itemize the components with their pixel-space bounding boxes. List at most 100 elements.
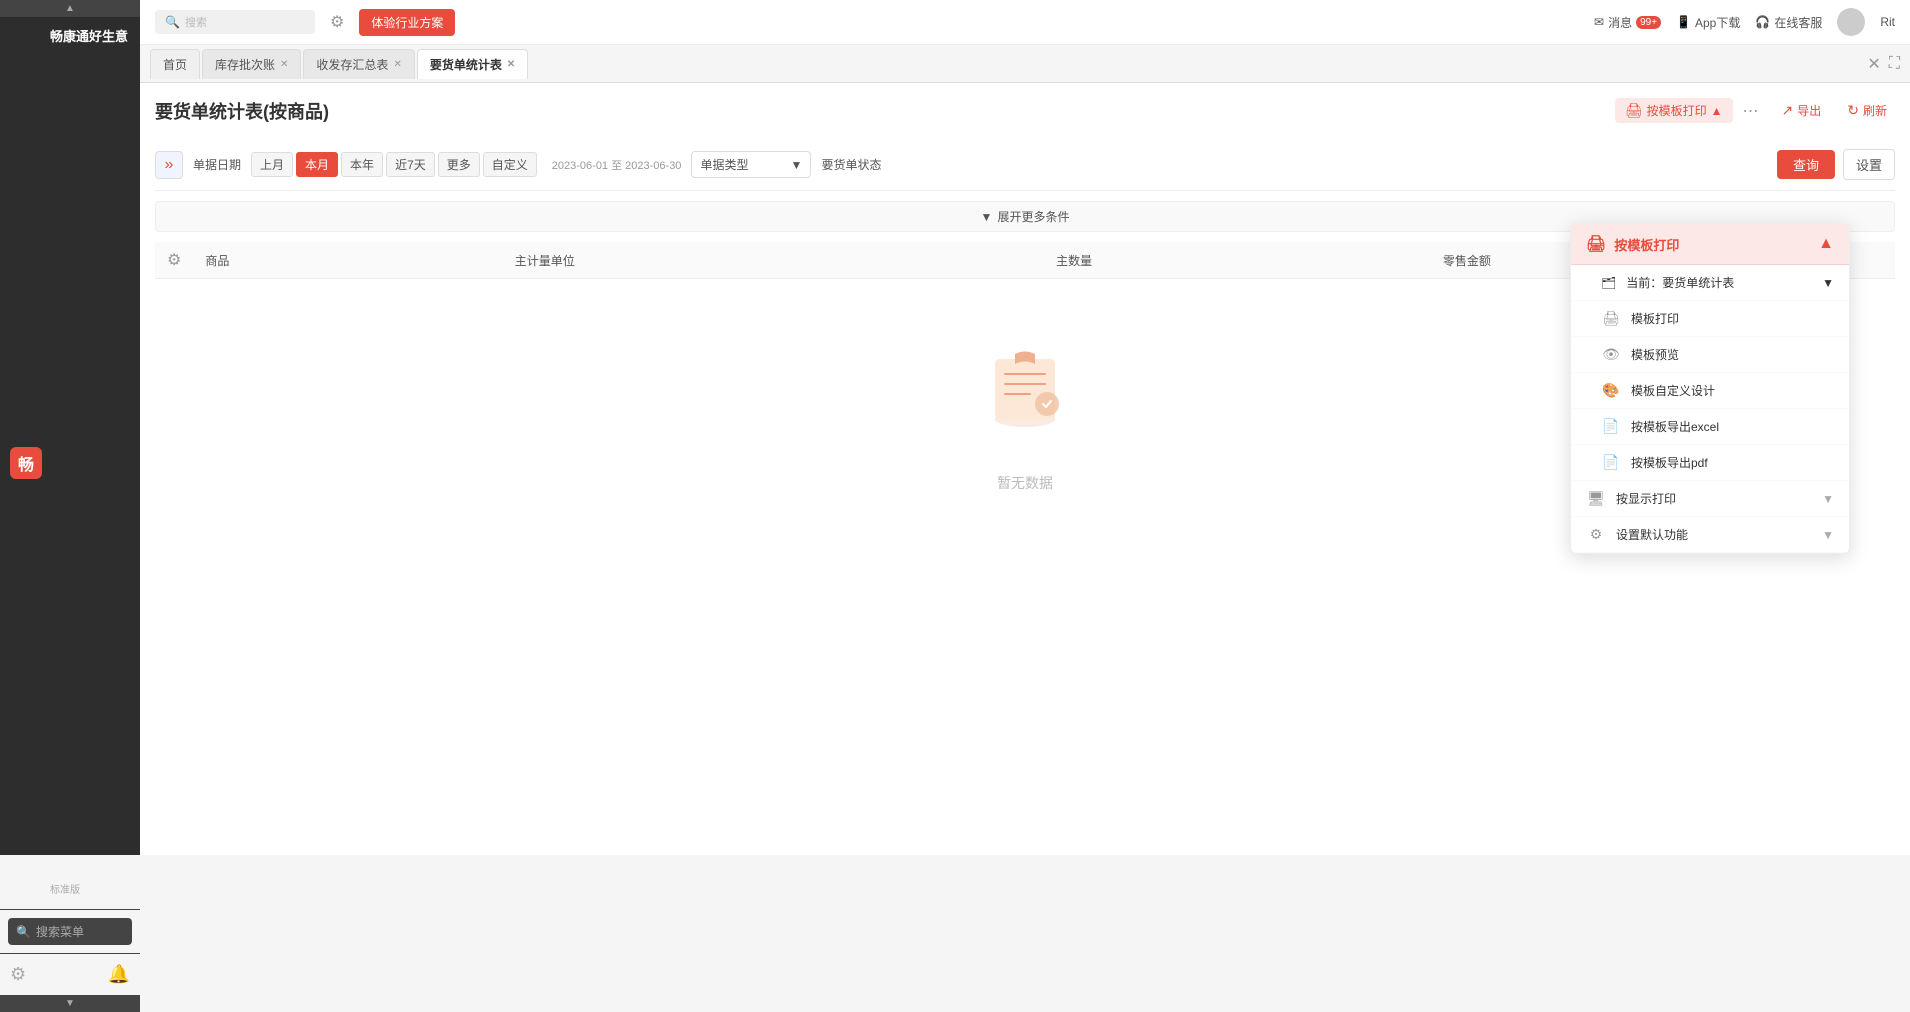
topbar-gear-icon[interactable]: ⚙ (325, 12, 349, 32)
online-service-label: 在线客服 (1774, 14, 1822, 31)
topbar-right: ✉ 消息 99+ 📱 App下载 🎧 在线客服 Rit (1594, 8, 1895, 36)
search-label: 搜索菜单 (36, 923, 84, 940)
print-arrow-up: ▲ (1711, 104, 1723, 118)
audio-icon[interactable]: 🔔 (108, 964, 130, 985)
display-print-left: 🖥 按显示打印 (1586, 490, 1676, 507)
sidebar-scroll-up[interactable]: ▲ (0, 0, 140, 17)
filter-expand-button[interactable]: » (155, 151, 183, 179)
order-type-label: 单据类型 (700, 156, 748, 173)
print-template-button[interactable]: 🖨 按模板打印 ▲ (1615, 98, 1733, 123)
filter-actions: 查询 设置 (1777, 149, 1895, 180)
dropdown-current-left: 🗂 当前：要货单统计表 (1601, 274, 1734, 291)
dropdown-item-template-preview[interactable]: 👁 模板预览 (1571, 337, 1849, 373)
tab-batch-account-label: 库存批次账 (215, 56, 275, 73)
messages-label: 消息 (1608, 14, 1632, 31)
order-status-label: 要货单状态 (821, 156, 881, 173)
date-btn-more[interactable]: 更多 (438, 152, 480, 177)
dropdown-close-button[interactable]: ▲ (1818, 235, 1834, 253)
print-icon: 🖨 (1625, 102, 1643, 119)
date-range-display: 2023-06-01 至 2023-06-30 (552, 157, 682, 173)
default-fn-left: ⚙ 设置默认功能 (1586, 526, 1688, 543)
template-preview-icon: 👁 (1601, 346, 1621, 363)
settings-bottom-icon[interactable]: ⚙ (10, 964, 26, 985)
display-print-arrow: ▼ (1822, 492, 1834, 506)
export-button[interactable]: ↗ 导出 (1774, 98, 1830, 123)
export-pdf-icon: 📄 (1601, 454, 1621, 471)
template-print-icon: 🖨 (1601, 310, 1621, 327)
sidebar-search[interactable]: 🔍 搜索菜单 (8, 918, 132, 945)
print-label: 按模板打印 (1647, 102, 1707, 119)
empty-text: 暂无数据 (997, 473, 1053, 493)
date-btn-current-month[interactable]: 本月 (296, 152, 338, 177)
logo-icon: 畅 (10, 447, 42, 479)
window-maximize-btn[interactable]: ⛶ (1889, 55, 1900, 73)
export-icon: ↗ (1782, 102, 1794, 119)
online-service-button[interactable]: 🎧 在线客服 (1755, 14, 1822, 31)
template-design-icon: 🎨 (1601, 382, 1621, 399)
phone-icon: 📱 (1676, 15, 1691, 29)
default-fn-icon: ⚙ (1586, 526, 1606, 543)
more-icon[interactable]: ⋯ (1743, 101, 1759, 121)
topbar-search-placeholder: 搜索 (185, 14, 207, 30)
date-filter-label: 单据日期 (193, 156, 241, 173)
tab-batch-account[interactable]: 库存批次账 ✕ (202, 49, 301, 79)
order-type-select[interactable]: 单据类型 ▼ (691, 151, 811, 178)
dropdown-item-template-design[interactable]: 🎨 模板自定义设计 (1571, 373, 1849, 409)
empty-illustration (975, 339, 1075, 458)
dropdown-title-text: 按模板打印 (1614, 235, 1679, 254)
col-settings-icon[interactable]: ⚙ (167, 252, 181, 269)
service-icon: 🎧 (1755, 15, 1770, 29)
logo-text: 畅康通好生意 标准版 (50, 29, 128, 897)
expand-down-icon: ▼ (981, 210, 993, 224)
date-btn-last-7days[interactable]: 近7天 (386, 152, 435, 177)
page-content: 要货单统计表(按商品) 🖨 按模板打印 ▲ ⋯ ↗ 导出 ↻ 刷新 » 单据日期 (140, 83, 1910, 855)
dropdown-item-default-fn[interactable]: ⚙ 设置默认功能 ▼ (1571, 517, 1849, 553)
trial-button[interactable]: 体验行业方案 (359, 9, 455, 36)
tab-order-summary[interactable]: 要货单统计表 ✕ (417, 49, 528, 79)
dropdown-item-template-print[interactable]: 🖨 模板打印 (1571, 301, 1849, 337)
display-print-icon: 🖥 (1586, 490, 1606, 507)
select-arrow-icon: ▼ (791, 158, 803, 172)
dropdown-item-export-pdf[interactable]: 📄 按模板导出pdf (1571, 445, 1849, 481)
display-print-label: 按显示打印 (1616, 490, 1676, 507)
date-btn-custom[interactable]: 自定义 (483, 152, 537, 177)
date-btn-current-year[interactable]: 本年 (341, 152, 383, 177)
col-quantity-header: 主数量 (1044, 242, 1431, 279)
window-controls: ✕ ⛶ (1867, 54, 1900, 74)
messages-badge: 99+ (1636, 16, 1661, 29)
expand-more-label: 展开更多条件 (997, 208, 1069, 225)
filter-bar: » 单据日期 上月 本月 本年 近7天 更多 自定义 2023-06-01 至 … (155, 139, 1895, 191)
topbar-search[interactable]: 🔍 搜索 (155, 10, 315, 34)
col-settings-header: ⚙ (155, 242, 193, 279)
date-btn-last-month[interactable]: 上月 (251, 152, 293, 177)
template-design-label: 模板自定义设计 (1631, 382, 1715, 399)
app-download-button[interactable]: 📱 App下载 (1676, 14, 1740, 31)
topbar-search-icon: 🔍 (165, 15, 180, 29)
dropdown-item-current[interactable]: 🗂 当前：要货单统计表 ▼ (1571, 265, 1849, 301)
settings-button[interactable]: 设置 (1843, 149, 1895, 180)
export-excel-icon: 📄 (1601, 418, 1621, 435)
topbar: 🔍 搜索 ⚙ 体验行业方案 ✉ 消息 99+ 📱 App下载 🎧 在线客服 Ri… (140, 0, 1910, 45)
tab-receipt-summary-close[interactable]: ✕ (393, 59, 401, 70)
avatar (1837, 8, 1865, 36)
messages-button[interactable]: ✉ 消息 99+ (1594, 14, 1661, 31)
default-fn-arrow: ▼ (1822, 528, 1834, 542)
sidebar-scroll-down[interactable]: ▼ (0, 995, 140, 1012)
tab-order-summary-close[interactable]: ✕ (507, 59, 515, 70)
dropdown-item-export-excel[interactable]: 📄 按模板导出excel (1571, 409, 1849, 445)
window-close-btn[interactable]: ✕ (1867, 54, 1880, 74)
dropdown-item-display-print[interactable]: 🖥 按显示打印 ▼ (1571, 481, 1849, 517)
tab-home[interactable]: 首页 (150, 49, 200, 79)
tab-batch-account-close[interactable]: ✕ (280, 59, 288, 70)
template-preview-label: 模板预览 (1631, 346, 1679, 363)
sidebar-logo: 畅 畅康通好生意 标准版 (0, 17, 140, 910)
page-actions: 🖨 按模板打印 ▲ ⋯ ↗ 导出 ↻ 刷新 (1615, 98, 1895, 123)
query-button[interactable]: 查询 (1777, 150, 1835, 179)
app-download-label: App下载 (1695, 14, 1740, 31)
refresh-button[interactable]: ↻ 刷新 (1839, 98, 1895, 123)
tab-receipt-summary[interactable]: 收发存汇总表 ✕ (303, 49, 414, 79)
date-buttons: 上月 本月 本年 近7天 更多 自定义 (251, 152, 537, 177)
tabbar: 首页 库存批次账 ✕ 收发存汇总表 ✕ 要货单统计表 ✕ ✕ ⛶ (140, 45, 1910, 83)
sidebar: ▲ 畅 畅康通好生意 标准版 🔍 搜索菜单 ⚡ 快捷导航 📢 营销推广 💰 销售… (0, 0, 140, 855)
tab-home-label: 首页 (163, 56, 187, 73)
